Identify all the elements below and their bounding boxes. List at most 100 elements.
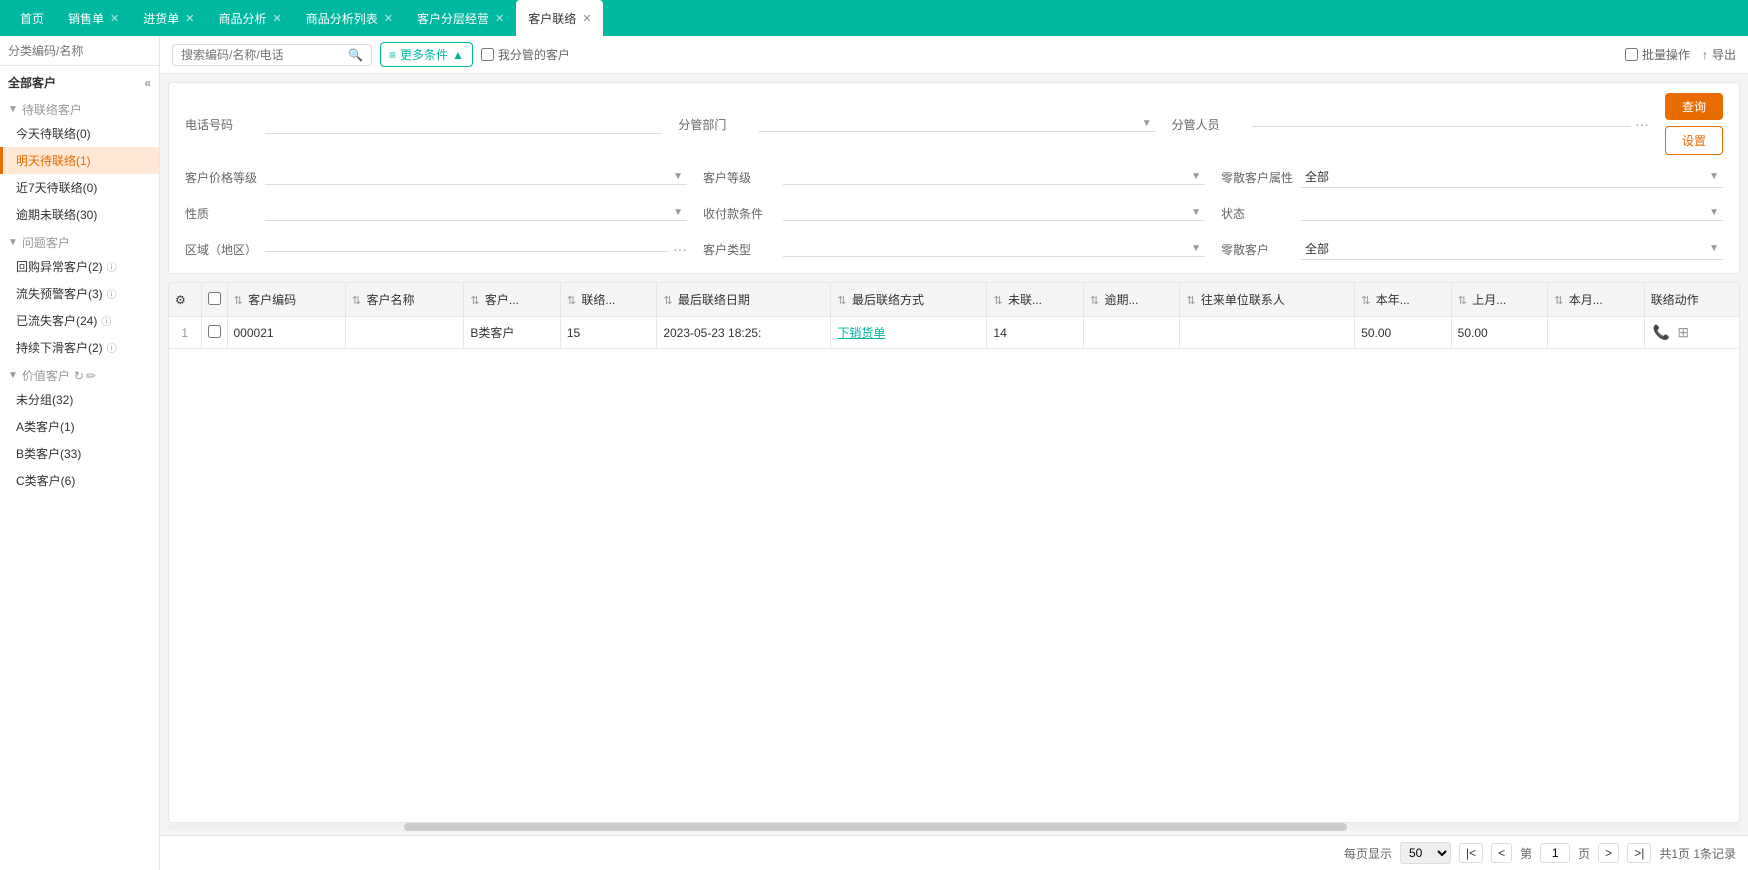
close-product-analysis[interactable]: ✕ <box>273 12 282 25</box>
customer-level-arrow-icon: ▼ <box>1191 171 1201 182</box>
action-phone-icon[interactable]: 📞 <box>1653 324 1670 340</box>
page-label: 第 <box>1520 845 1532 862</box>
status-select[interactable]: ▼ <box>1301 205 1723 221</box>
select-all-checkbox[interactable] <box>208 292 221 305</box>
table-header-row: ⚙ ⇅ 客户编码 ⇅ 客户名称 <box>169 283 1739 317</box>
th-this-year: ⇅ 本年... <box>1355 283 1451 317</box>
sidebar-item-a-class[interactable]: A类客户(1) <box>0 413 159 440</box>
filter-actions: 查询 设置 <box>1665 93 1723 155</box>
th-unlink-days: ⇅ 未联... <box>987 283 1083 317</box>
payment-label: 收付款条件 <box>703 205 783 222</box>
payment-select[interactable]: ▼ <box>783 205 1205 221</box>
close-customer-contact[interactable]: ✕ <box>582 12 591 25</box>
sidebar-item-declining[interactable]: 持续下滑客户(2) ⓘ <box>0 334 159 361</box>
search-input[interactable] <box>181 48 344 62</box>
price-level-select[interactable]: ▼ <box>265 169 687 185</box>
value-arrow-icon: ▼ <box>8 370 18 381</box>
filter-cell-dept: 分管部门 ▼ <box>678 110 1155 138</box>
td-unlink-days: 14 <box>987 317 1083 349</box>
area-ellipsis-icon[interactable]: ··· <box>673 241 687 257</box>
nav-purchase-order[interactable]: 进货单 ✕ <box>131 0 206 36</box>
gender-label: 性质 <box>185 205 265 222</box>
chevron-up-icon: ▲ <box>452 48 464 62</box>
phone-input[interactable] <box>265 115 662 134</box>
more-conditions-btn[interactable]: ≡ 更多条件 ▲ <box>380 42 473 67</box>
sidebar-item-c-class[interactable]: C类客户(6) <box>0 467 159 494</box>
th-settings: ⚙ <box>169 283 201 317</box>
sidebar-item-b-class[interactable]: B类客户(33) <box>0 440 159 467</box>
sidebar-item-churned[interactable]: 已流失客户(24) ⓘ <box>0 307 159 334</box>
settings-icon[interactable]: ⚙ <box>175 293 186 307</box>
area-label: 区域（地区） <box>185 241 265 258</box>
person-label: 分管人员 <box>1172 116 1252 133</box>
batch-operation-btn[interactable]: 批量操作 <box>1625 46 1690 63</box>
sidebar-item-repurchase-abnormal[interactable]: 回购异常客户(2) ⓘ <box>0 253 159 280</box>
filter-cell-retail-attr: 零散客户属性 全部 ▼ <box>1221 163 1723 191</box>
retail-customer-select[interactable]: 全部 ▼ <box>1301 238 1723 260</box>
setting-button[interactable]: 设置 <box>1665 126 1723 155</box>
sidebar-collapse-icon[interactable]: « <box>144 76 151 90</box>
action-more-icon[interactable]: ⊞ <box>1677 324 1689 340</box>
nav-product-analysis[interactable]: 商品分析 ✕ <box>206 0 293 36</box>
td-this-year: 50.00 <box>1355 317 1451 349</box>
sidebar-item-tomorrow-pending[interactable]: 明天待联络(1) <box>0 147 159 174</box>
horizontal-scrollbar[interactable] <box>168 823 1740 831</box>
search-icon[interactable]: 🔍 <box>348 48 363 62</box>
close-product-analysis-list[interactable]: ✕ <box>384 12 393 25</box>
nav-customer-contact[interactable]: 客户联络 ✕ <box>516 0 603 36</box>
first-page-btn[interactable]: |< <box>1459 843 1483 863</box>
customer-type-select[interactable]: ▼ <box>783 241 1205 257</box>
nav-customer-stratification[interactable]: 客户分层经营 ✕ <box>405 0 516 36</box>
filter-row-4: 区域（地区） ··· 客户类型 ▼ 零散客户 全部 ▼ <box>185 235 1723 263</box>
nav-home[interactable]: 首页 <box>8 0 56 36</box>
sidebar-item-today-pending[interactable]: 今天待联络(0) <box>0 120 159 147</box>
retail-attr-select[interactable]: 全部 ▼ <box>1301 166 1723 188</box>
sort-icon-year: ⇅ <box>1361 295 1370 307</box>
row-checkbox[interactable] <box>208 325 221 338</box>
prev-page-btn[interactable]: < <box>1491 843 1512 863</box>
person-ellipsis-icon[interactable]: ··· <box>1635 116 1649 132</box>
sidebar-search-input[interactable] <box>8 44 160 58</box>
customer-level-select[interactable]: ▼ <box>783 169 1205 185</box>
customer-table: ⚙ ⇅ 客户编码 ⇅ 客户名称 <box>168 282 1740 823</box>
sort-icon-overdue: ⇅ <box>1090 295 1099 307</box>
per-page-select[interactable]: 50 10 20 100 <box>1400 842 1451 864</box>
page-number-input[interactable] <box>1540 843 1570 863</box>
td-checkbox <box>201 317 227 349</box>
query-button[interactable]: 查询 <box>1665 93 1723 120</box>
sidebar-item-ungrouped[interactable]: 未分组(32) <box>0 386 159 413</box>
filter-cell-area: 区域（地区） ··· <box>185 235 687 263</box>
close-customer-stratification[interactable]: ✕ <box>495 12 504 25</box>
filter-cell-retail-customer: 零散客户 全部 ▼ <box>1221 235 1723 263</box>
batch-checkbox[interactable] <box>1625 48 1638 61</box>
filter-cell-status: 状态 ▼ <box>1221 199 1723 227</box>
dept-select[interactable]: ▼ <box>758 116 1155 132</box>
gender-select[interactable]: ▼ <box>265 205 687 221</box>
value-edit-icon[interactable]: ✏ <box>86 369 96 383</box>
total-label: 共1页 1条记录 <box>1659 845 1736 862</box>
sort-icon-type: ⇅ <box>470 295 479 307</box>
export-btn[interactable]: ↑ 导出 <box>1702 46 1736 63</box>
sidebar-item-overdue-contact[interactable]: 逾期未联络(30) <box>0 201 159 228</box>
close-purchase-order[interactable]: ✕ <box>185 12 194 25</box>
nav-sales-order[interactable]: 销售单 ✕ <box>56 0 131 36</box>
gender-arrow-icon: ▼ <box>673 207 683 218</box>
last-page-btn[interactable]: >| <box>1627 843 1651 863</box>
nav-product-analysis-list[interactable]: 商品分析列表 ✕ <box>294 0 405 36</box>
top-nav: 首页 销售单 ✕ 进货单 ✕ 商品分析 ✕ 商品分析列表 ✕ 客户分层经营 ✕ … <box>0 0 1748 36</box>
my-customers-checkbox[interactable] <box>481 48 494 61</box>
search-box: 🔍 <box>172 44 372 66</box>
per-page-label: 每页显示 <box>1344 845 1392 862</box>
close-sales-order[interactable]: ✕ <box>110 12 119 25</box>
retail-customer-arrow-icon: ▼ <box>1709 243 1719 254</box>
contact-way-link[interactable]: 下销货单 <box>837 326 885 340</box>
customer-level-label: 客户等级 <box>703 169 783 186</box>
info-icon-0: ⓘ <box>107 259 117 274</box>
sidebar-item-churn-warning[interactable]: 流失预警客户(3) ⓘ <box>0 280 159 307</box>
sidebar-item-7days-pending[interactable]: 近7天待联络(0) <box>0 174 159 201</box>
sort-icon-unlink: ⇅ <box>993 295 1002 307</box>
next-page-btn[interactable]: > <box>1598 843 1619 863</box>
content-area: 🔍 ≡ 更多条件 ▲ 我分管的客户 批量操作 ↑ 导出 <box>160 36 1748 870</box>
main-layout: 🔍 全部客户 « ▼ 待联络客户 今天待联络(0) 明天待联络(1) 近7天待联… <box>0 36 1748 870</box>
value-refresh-icon[interactable]: ↻ <box>74 369 84 383</box>
